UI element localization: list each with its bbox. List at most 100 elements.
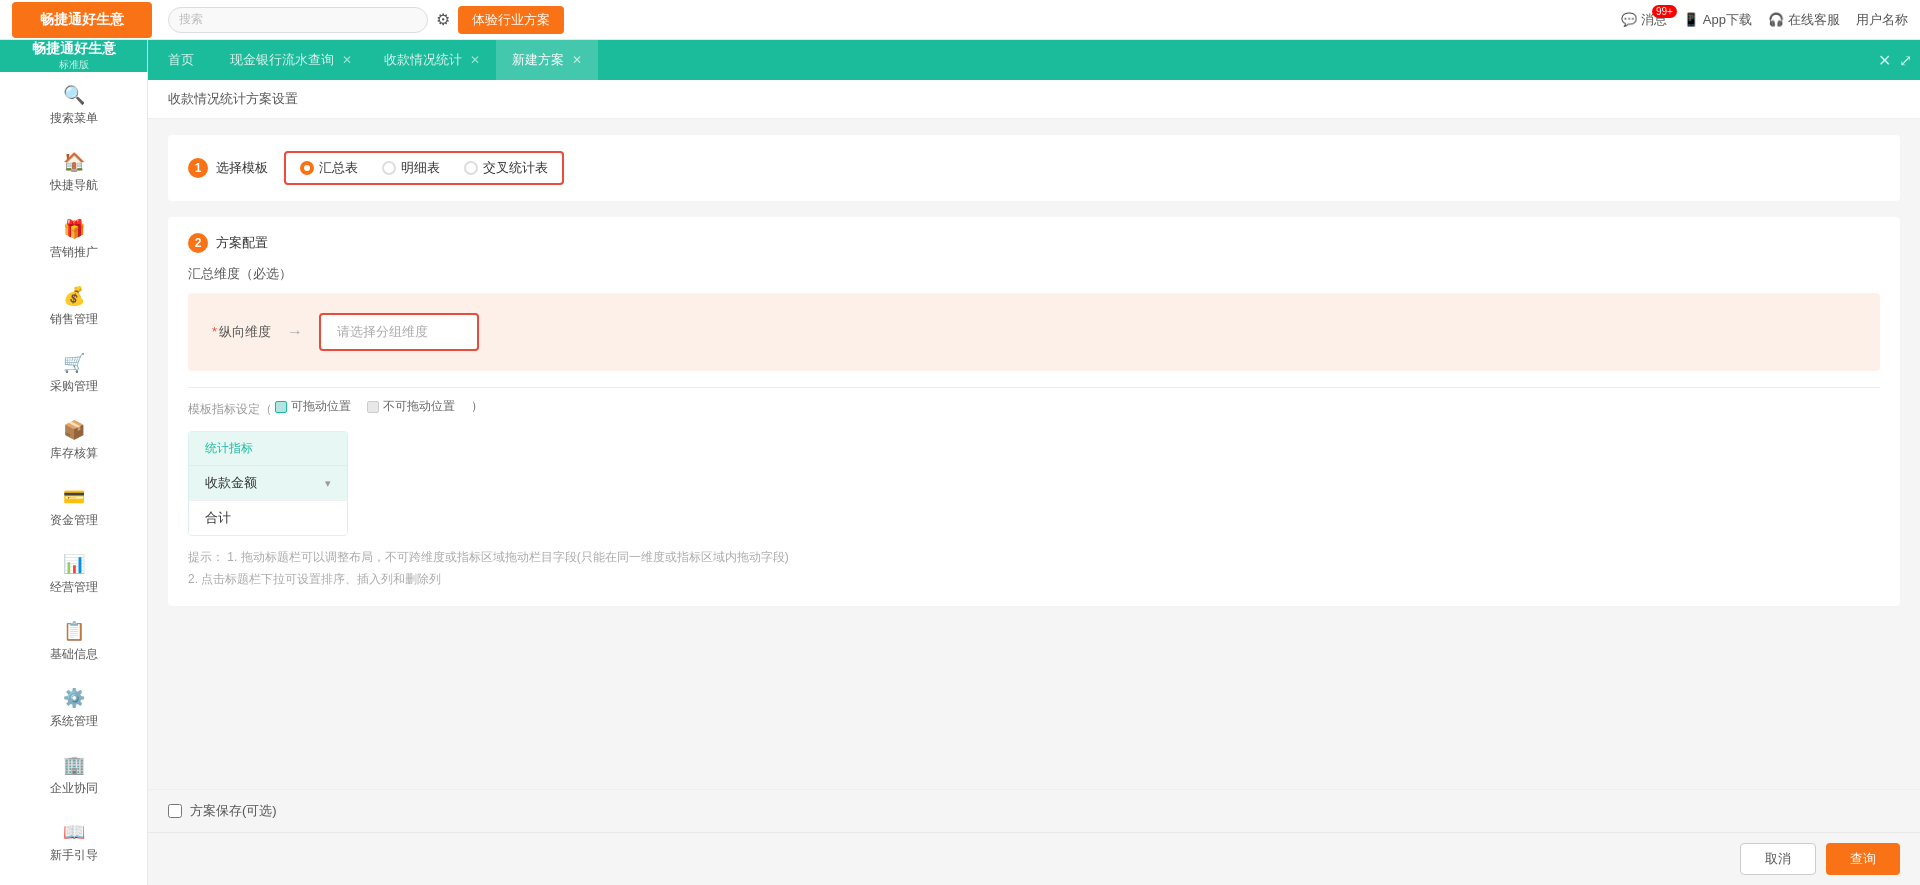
sidebar-item-finance[interactable]: 💳 资金管理: [0, 474, 147, 541]
sidebar-label-search-menu: 搜索菜单: [50, 110, 98, 127]
sidebar-item-quick-nav[interactable]: 🏠 快捷导航: [0, 139, 147, 206]
user-area[interactable]: 用户名称: [1856, 11, 1908, 29]
step1-badge: 1: [188, 158, 208, 178]
required-star: *: [212, 324, 217, 339]
marketing-icon: 🎁: [63, 218, 85, 240]
sidebar-item-search-menu[interactable]: 🔍 搜索菜单: [0, 72, 147, 139]
tab-receipt-stats[interactable]: 收款情况统计 ✕: [368, 40, 496, 80]
sidebar-item-basic[interactable]: 📋 基础信息: [0, 608, 147, 675]
dimension-area: *纵向维度 → 请选择分组维度: [188, 293, 1880, 371]
top-bar: 畅捷通好生意 搜索 ⚙ 体验行业方案 💬 消息 99+ 📱 App下载 🎧 在线…: [0, 0, 1920, 40]
hint-1: 提示： 1. 拖动标题栏可以调整布局，不可跨维度或指标区域拖动栏目字段(只能在同…: [188, 547, 1880, 569]
sidebar-label-quick-nav: 快捷导航: [50, 177, 98, 194]
settings-icon[interactable]: ⚙: [436, 10, 450, 29]
sidebar-label-operation: 经营管理: [50, 579, 98, 596]
sidebar-label-marketing: 营销推广: [50, 244, 98, 261]
system-icon: ⚙️: [63, 687, 85, 709]
indicator-desc: 模板指标设定（ 可拖动位置 不可拖动位置 ）: [188, 398, 1880, 423]
guide-icon: 📖: [63, 821, 85, 843]
indicator-section: 模板指标设定（ 可拖动位置 不可拖动位置 ）: [188, 398, 1880, 539]
arrow-icon: →: [287, 323, 303, 341]
sidebar-item-marketing[interactable]: 🎁 营销推广: [0, 206, 147, 273]
sidebar-label-purchase: 采购管理: [50, 378, 98, 395]
sidebar-label-basic: 基础信息: [50, 646, 98, 663]
industry-btn[interactable]: 体验行业方案: [458, 6, 564, 34]
inventory-icon: 📦: [63, 419, 85, 441]
top-bar-actions: 💬 消息 99+ 📱 App下载 🎧 在线客服 用户名称: [1621, 11, 1908, 29]
sidebar-item-inventory[interactable]: 📦 库存核算: [0, 407, 147, 474]
step2-badge: 2: [188, 233, 208, 253]
hint-2: 2. 点击标题栏下拉可设置排序、插入列和删除列: [188, 569, 1880, 591]
sidebar-item-enterprise[interactable]: 🏢 企业协同: [0, 742, 147, 809]
search-placeholder-text: 搜索: [179, 11, 203, 28]
receipts-dropdown-icon[interactable]: ▾: [325, 477, 331, 490]
query-button[interactable]: 查询: [1826, 843, 1900, 875]
radio-cross-circle: [464, 161, 478, 175]
enterprise-icon: 🏢: [63, 754, 85, 776]
download-area[interactable]: 📱 App下载: [1683, 11, 1752, 29]
tab-receipt-stats-close[interactable]: ✕: [470, 53, 480, 67]
indicator-table-body: 收款金额 ▾ 合计: [189, 466, 347, 535]
step1-label: 1 选择模板: [188, 158, 268, 178]
dimension-title: 汇总维度（必选）: [188, 265, 1880, 283]
sidebar-label-sales: 销售管理: [50, 311, 98, 328]
radio-summary-circle: [300, 161, 314, 175]
fixed-dot: [367, 401, 379, 413]
sidebar-item-purchase[interactable]: 🛒 采购管理: [0, 340, 147, 407]
template-radio-group: 汇总表 明细表 交叉统计表: [284, 151, 564, 185]
sidebar-item-hardware[interactable]: 🖥️ 智能硬件: [0, 876, 147, 885]
indicator-row-receipts[interactable]: 收款金额 ▾: [189, 466, 347, 501]
indicator-row-total: 合计: [189, 501, 347, 535]
hint-section: 提示： 1. 拖动标题栏可以调整布局，不可跨维度或指标区域拖动栏目字段(只能在同…: [188, 547, 1880, 590]
sidebar-item-guide[interactable]: 📖 新手引导: [0, 809, 147, 876]
sidebar-item-sales[interactable]: 💰 销售管理: [0, 273, 147, 340]
tab-bank-flow[interactable]: 现金银行流水查询 ✕: [214, 40, 368, 80]
save-checkbox[interactable]: [168, 804, 182, 818]
dimension-row: *纵向维度 → 请选择分组维度: [212, 313, 1856, 351]
indicator-table: 统计指标 收款金额 ▾ 合计: [188, 431, 348, 536]
radio-detail[interactable]: 明细表: [382, 159, 440, 177]
sidebar-logo-text: 畅捷通好生意: [32, 40, 116, 58]
window-maximize-icon[interactable]: ⤢: [1899, 51, 1912, 70]
movable-dot: [275, 401, 287, 413]
legend-fixed: 不可拖动位置: [367, 398, 455, 415]
quick-nav-icon: 🏠: [63, 151, 85, 173]
tab-bank-flow-close[interactable]: ✕: [342, 53, 352, 67]
sidebar-edition: 标准版: [59, 58, 89, 72]
main-content: 首页 现金银行流水查询 ✕ 收款情况统计 ✕ 新建方案 ✕ ✕ ⤢: [148, 40, 1920, 885]
search-menu-icon: 🔍: [63, 84, 85, 106]
sidebar-item-system[interactable]: ⚙️ 系统管理: [0, 675, 147, 742]
message-icon-area[interactable]: 💬 消息 99+: [1621, 11, 1667, 29]
app-logo: 畅捷通好生意: [12, 2, 152, 38]
layout: 畅捷通好生意 标准版 🔍 搜索菜单 🏠 快捷导航 🎁 营销推广 💰 销售管理 🛒…: [0, 40, 1920, 885]
basic-icon: 📋: [63, 620, 85, 642]
indicator-legend: 可拖动位置 不可拖动位置 ）: [275, 398, 483, 415]
search-bar[interactable]: 搜索: [168, 7, 428, 33]
sidebar-item-operation[interactable]: 📊 经营管理: [0, 541, 147, 608]
template-row: 1 选择模板 汇总表 明细表: [188, 151, 1880, 185]
radio-summary[interactable]: 汇总表: [300, 159, 358, 177]
tab-window-actions: ✕ ⤢: [1870, 40, 1920, 80]
step2-title: 2 方案配置: [188, 233, 1880, 253]
sidebar-logo: 畅捷通好生意 标准版: [0, 40, 147, 72]
radio-detail-circle: [382, 161, 396, 175]
sidebar-label-finance: 资金管理: [50, 512, 98, 529]
tab-new-plan[interactable]: 新建方案 ✕: [496, 40, 598, 80]
step2-section: 2 方案配置 汇总维度（必选） *纵向维度 →: [168, 217, 1900, 606]
tab-new-plan-close[interactable]: ✕: [572, 53, 582, 67]
breadcrumb: 收款情况统计方案设置: [148, 80, 1920, 119]
tab-bar: 首页 现金银行流水查询 ✕ 收款情况统计 ✕ 新建方案 ✕ ✕ ⤢: [148, 40, 1920, 80]
service-area[interactable]: 🎧 在线客服: [1768, 11, 1840, 29]
sidebar-label-inventory: 库存核算: [50, 445, 98, 462]
operation-icon: 📊: [63, 553, 85, 575]
sidebar-label-guide: 新手引导: [50, 847, 98, 864]
cancel-button[interactable]: 取消: [1740, 843, 1816, 875]
content-area: 收款情况统计方案设置 1 选择模板 汇总表: [148, 80, 1920, 832]
dimension-select[interactable]: 请选择分组维度: [319, 313, 479, 351]
window-close-icon[interactable]: ✕: [1878, 51, 1891, 70]
finance-icon: 💳: [63, 486, 85, 508]
tab-home[interactable]: 首页: [148, 40, 214, 80]
radio-cross[interactable]: 交叉统计表: [464, 159, 548, 177]
legend-movable: 可拖动位置: [275, 398, 351, 415]
indicator-table-header: 统计指标: [189, 432, 347, 466]
